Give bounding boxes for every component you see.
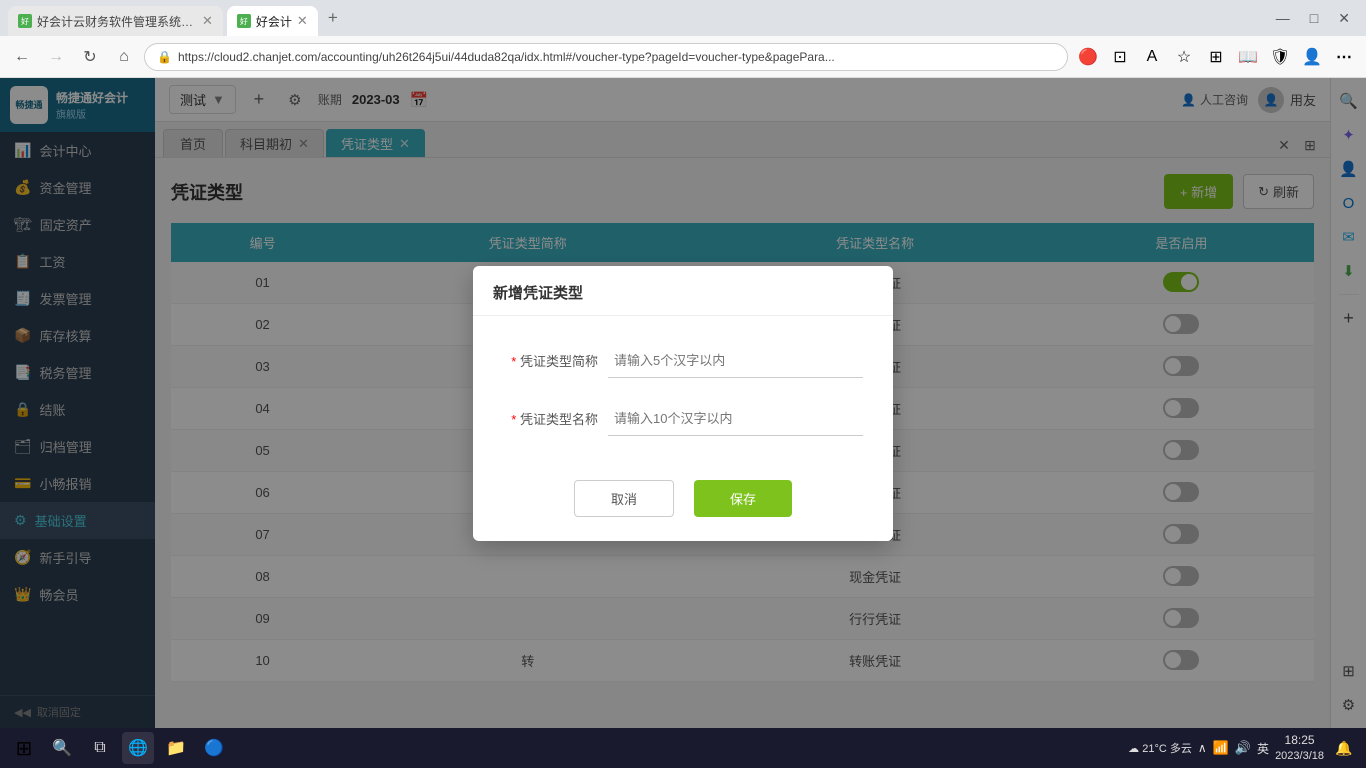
taskbar-notification[interactable]: 🔔 [1330,734,1358,762]
extensions-area: 🔴 ⊡ A ☆ ⊞ 📖 🛡 👤 ⋯ [1074,43,1358,71]
ext-btn-7[interactable]: 🛡 [1266,43,1294,71]
taskbar-wifi-icon: 📶 [1213,740,1229,756]
taskbar-task-view[interactable]: ⧉ [84,732,116,764]
taskbar-chrome[interactable]: 🌐 [122,732,154,764]
cancel-button[interactable]: 取消 [574,480,674,517]
form-row-short: * 凭证类型简称 [503,344,863,378]
back-button[interactable]: ← [8,43,36,71]
dialog-header: 新增凭证类型 [473,266,893,316]
win-max-button[interactable]: □ [1302,10,1326,26]
taskbar-edge[interactable]: 🔵 [198,732,230,764]
taskbar: ⊞ 🔍 ⧉ 🌐 📁 🔵 ☁ 21°C 多云 ∧ 📶 🔊 英 18:25 2023… [0,728,1366,768]
forward-button[interactable]: → [42,43,70,71]
taskbar-clock[interactable]: 18:25 2023/3/18 [1275,732,1324,764]
browser-chrome: 好 好会计云财务软件管理系统_会计 ✕ 好 好会计 ✕ + — □ ✕ [0,0,1366,36]
ext-btn-3[interactable]: A [1138,43,1166,71]
win-close-button[interactable]: ✕ [1330,10,1358,27]
browser-tab-1[interactable]: 好 好会计云财务软件管理系统_会计 ✕ [8,6,223,36]
taskbar-system-tray: ☁ 21°C 多云 ∧ 📶 🔊 英 18:25 2023/3/18 🔔 [1128,732,1358,764]
ext-btn-more[interactable]: ⋯ [1330,43,1358,71]
ext-btn-5[interactable]: ⊞ [1202,43,1230,71]
ext-btn-4[interactable]: ☆ [1170,43,1198,71]
tab1-favicon: 好 [18,14,32,28]
ext-btn-1[interactable]: 🔴 [1074,43,1102,71]
browser-tab-2[interactable]: 好 好会计 ✕ [227,6,318,36]
url-text: https://cloud2.chanjet.com/accounting/uh… [178,50,1055,64]
short-field-input[interactable] [608,344,863,378]
dialog-overlay[interactable]: 新增凭证类型 * 凭证类型简称 * 凭证类型名称 取消 保存 [0,78,1366,728]
taskbar-weather: ☁ 21°C 多云 [1128,740,1192,756]
ext-btn-6[interactable]: 📖 [1234,43,1262,71]
ssl-icon: 🔒 [157,50,172,64]
taskbar-file-explorer[interactable]: 📁 [160,732,192,764]
dialog-footer: 取消 保存 [473,470,893,541]
url-bar[interactable]: 🔒 https://cloud2.chanjet.com/accounting/… [144,43,1068,71]
ext-btn-8[interactable]: 👤 [1298,43,1326,71]
taskbar-volume-icon: 🔊 [1235,740,1251,756]
taskbar-lang: 英 [1257,740,1269,757]
address-bar: ← → ↻ ⌂ 🔒 https://cloud2.chanjet.com/acc… [0,36,1366,78]
win-min-button[interactable]: — [1268,10,1298,26]
name-field-input[interactable] [608,402,863,436]
tab1-label: 好会计云财务软件管理系统_会计 [37,13,197,30]
ext-btn-2[interactable]: ⊡ [1106,43,1134,71]
tab2-label: 好会计 [256,13,292,30]
tab2-close[interactable]: ✕ [297,13,308,29]
tab2-favicon: 好 [237,14,251,28]
dialog-body: * 凭证类型简称 * 凭证类型名称 [473,316,893,470]
dialog: 新增凭证类型 * 凭证类型简称 * 凭证类型名称 取消 保存 [473,266,893,541]
tab1-close[interactable]: ✕ [202,13,213,29]
dialog-title: 新增凭证类型 [493,285,583,302]
taskbar-search[interactable]: 🔍 [46,732,78,764]
reload-button[interactable]: ↻ [76,43,104,71]
save-button[interactable]: 保存 [694,480,792,517]
home-button[interactable]: ⌂ [110,43,138,71]
form-row-name: * 凭证类型名称 [503,402,863,436]
taskbar-up-icon[interactable]: ∧ [1198,741,1207,755]
short-field-label: * 凭证类型简称 [503,351,598,370]
name-field-label: * 凭证类型名称 [503,409,598,428]
new-tab-button[interactable]: + [322,8,344,28]
taskbar-time: 18:25 [1275,732,1324,749]
start-button[interactable]: ⊞ [8,732,40,764]
taskbar-date: 2023/3/18 [1275,749,1324,764]
